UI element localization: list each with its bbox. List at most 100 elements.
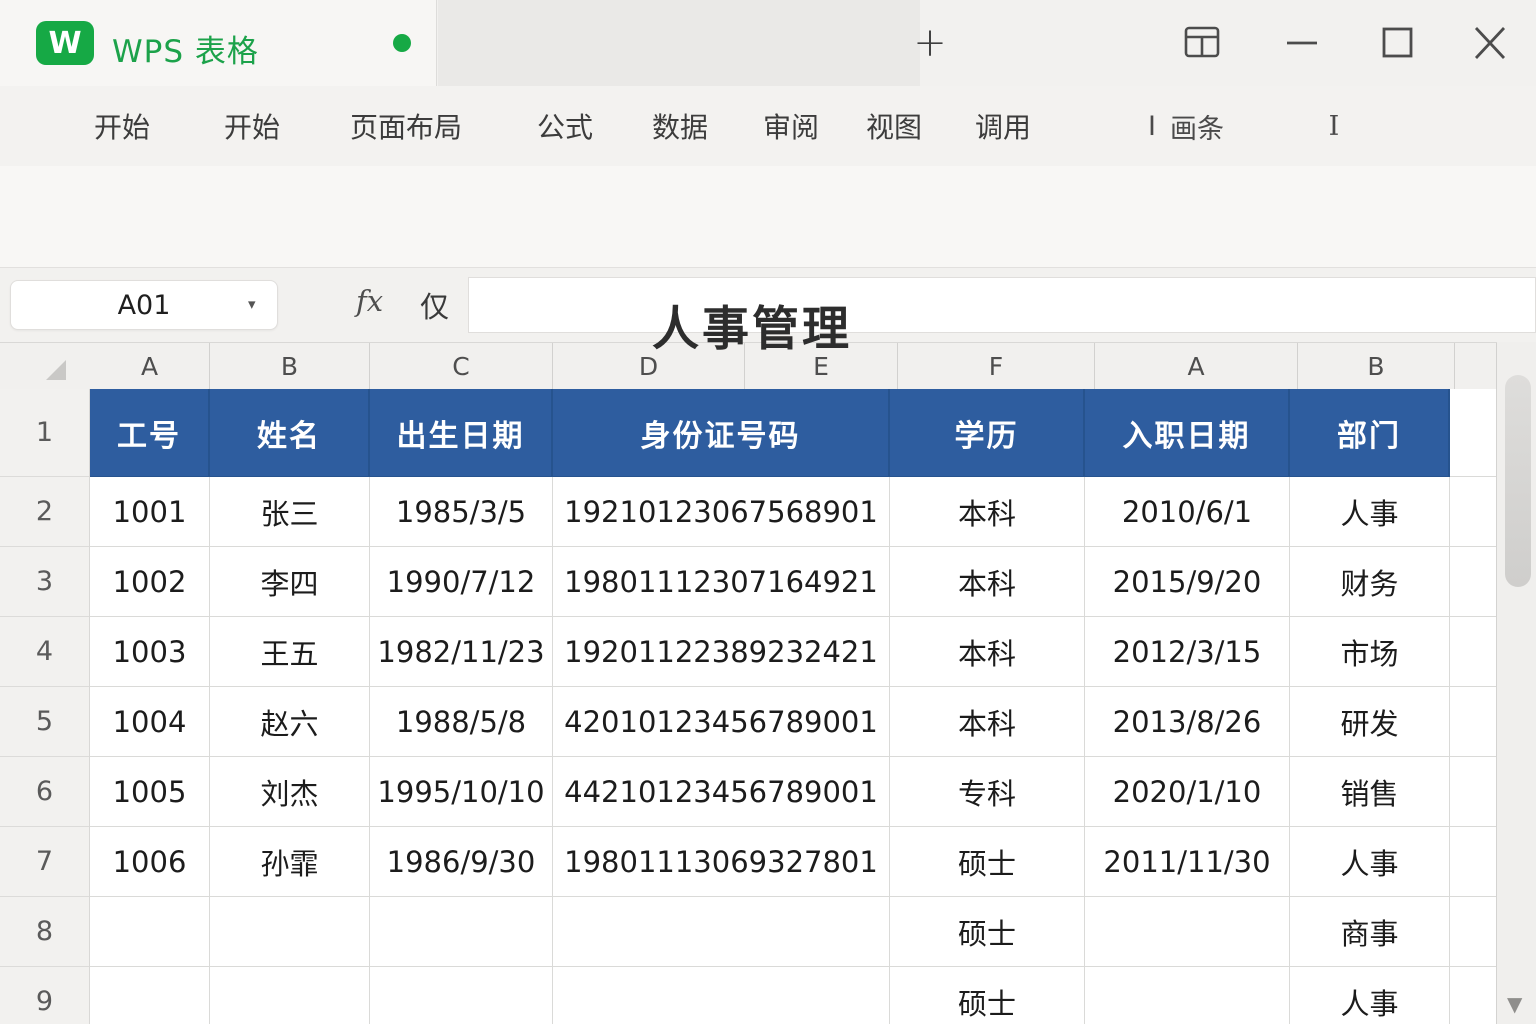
empty-cell[interactable]	[1450, 477, 1496, 547]
close-button[interactable]	[1470, 22, 1510, 64]
scrollbar-thumb[interactable]	[1505, 375, 1531, 587]
cell-r6c5[interactable]: 专科	[890, 757, 1085, 827]
cell-r3c5[interactable]: 本科	[890, 547, 1085, 617]
header-cell-5[interactable]: 学历	[890, 389, 1085, 477]
row-number-4[interactable]: 4	[0, 617, 89, 687]
layout-switch-button[interactable]	[1182, 22, 1222, 64]
cell-r6c2[interactable]: 刘杰	[210, 757, 370, 827]
cell-r2c4[interactable]: 19210123067568901	[553, 477, 890, 547]
cell-r7c6[interactable]: 2011/11/30	[1085, 827, 1290, 897]
cell-r4c5[interactable]: 本科	[890, 617, 1085, 687]
minimize-button[interactable]	[1282, 22, 1322, 64]
empty-cell[interactable]	[1450, 897, 1496, 967]
row-number-9[interactable]: 9	[0, 967, 89, 1024]
row-number-8[interactable]: 8	[0, 897, 89, 967]
cell-r4c7[interactable]: 市场	[1290, 617, 1450, 687]
empty-cell[interactable]	[1450, 967, 1496, 1024]
cell-r7c2[interactable]: 孙霏	[210, 827, 370, 897]
cell-r2c3[interactable]: 1985/3/5	[370, 477, 553, 547]
cell-r5c3[interactable]: 1988/5/8	[370, 687, 553, 757]
empty-cell[interactable]	[1450, 547, 1496, 617]
cell-r9c4[interactable]	[553, 967, 890, 1024]
menu-tab-review[interactable]: 审阅	[763, 86, 819, 166]
empty-cell[interactable]	[1450, 757, 1496, 827]
cell-r4c6[interactable]: 2012/3/15	[1085, 617, 1290, 687]
cell-r6c6[interactable]: 2020/1/10	[1085, 757, 1290, 827]
column-letter-empty[interactable]	[1455, 343, 1497, 389]
name-box[interactable]: A01	[10, 280, 278, 330]
menu-tab-view[interactable]: 视图	[866, 86, 922, 166]
maximize-button[interactable]	[1377, 22, 1417, 64]
cell-r7c7[interactable]: 人事	[1290, 827, 1450, 897]
select-all-corner[interactable]	[46, 360, 66, 380]
column-letter-8[interactable]: B	[1298, 343, 1455, 389]
cell-r8c3[interactable]	[370, 897, 553, 967]
column-letter-7[interactable]: A	[1095, 343, 1298, 389]
search-placeholder-text[interactable]: 画条	[1170, 86, 1224, 166]
cell-r9c2[interactable]	[210, 967, 370, 1024]
cell-r7c3[interactable]: 1986/9/30	[370, 827, 553, 897]
cell-r6c4[interactable]: 44210123456789001	[553, 757, 890, 827]
cell-r2c5[interactable]: 本科	[890, 477, 1085, 547]
cell-r5c6[interactable]: 2013/8/26	[1085, 687, 1290, 757]
empty-cell[interactable]	[1450, 827, 1496, 897]
cell-r7c5[interactable]: 硕士	[890, 827, 1085, 897]
cell-r3c3[interactable]: 1990/7/12	[370, 547, 553, 617]
empty-cell[interactable]	[1450, 617, 1496, 687]
row-number-3[interactable]: 3	[0, 547, 89, 617]
cell-r4c3[interactable]: 1982/11/23	[370, 617, 553, 687]
cell-r6c7[interactable]: 销售	[1290, 757, 1450, 827]
header-cell-7[interactable]: 部门	[1290, 389, 1450, 477]
cell-r3c2[interactable]: 李四	[210, 547, 370, 617]
row-number-6[interactable]: 6	[0, 757, 89, 827]
cell-r3c4[interactable]: 19801112307164921	[553, 547, 890, 617]
cell-r8c7[interactable]: 商事	[1290, 897, 1450, 967]
cell-r8c1[interactable]	[90, 897, 210, 967]
insert-function-fx-icon[interactable]: fx	[356, 284, 383, 318]
menu-tab-page-layout[interactable]: 页面布局	[350, 86, 462, 166]
name-box-caret[interactable]: ▾	[248, 295, 256, 313]
scrollbar-down-arrow-icon[interactable]: ▼	[1507, 992, 1522, 1016]
vertical-scrollbar[interactable]: ▼	[1497, 342, 1536, 1024]
cell-r3c1[interactable]: 1002	[90, 547, 210, 617]
cell-r4c4[interactable]: 19201122389232421	[553, 617, 890, 687]
cell-r3c6[interactable]: 2015/9/20	[1085, 547, 1290, 617]
cell-r9c1[interactable]	[90, 967, 210, 1024]
cell-r3c7[interactable]: 财务	[1290, 547, 1450, 617]
cell-r7c1[interactable]: 1006	[90, 827, 210, 897]
row-number-1[interactable]: 1	[0, 389, 89, 477]
cell-r2c2[interactable]: 张三	[210, 477, 370, 547]
row-number-7[interactable]: 7	[0, 827, 89, 897]
header-cell-3[interactable]: 出生日期	[370, 389, 553, 477]
menu-tab-invoke[interactable]: 调用	[975, 86, 1031, 166]
header-cell-1[interactable]: 工号	[90, 389, 210, 477]
cell-r9c3[interactable]	[370, 967, 553, 1024]
document-tab[interactable]: W WPS 表格	[0, 0, 437, 86]
cell-r4c2[interactable]: 王五	[210, 617, 370, 687]
row-number-2[interactable]: 2	[0, 477, 89, 547]
column-letter-2[interactable]: B	[210, 343, 370, 389]
cell-r7c4[interactable]: 19801113069327801	[553, 827, 890, 897]
formula-aux-glyph[interactable]: 仅	[420, 284, 449, 326]
header-cell-2[interactable]: 姓名	[210, 389, 370, 477]
cell-r5c4[interactable]: 42010123456789001	[553, 687, 890, 757]
cell-r9c7[interactable]: 人事	[1290, 967, 1450, 1024]
menu-tab-formulas[interactable]: 公式	[537, 86, 593, 166]
cell-r5c1[interactable]: 1004	[90, 687, 210, 757]
cell-r2c7[interactable]: 人事	[1290, 477, 1450, 547]
column-letter-3[interactable]: C	[370, 343, 553, 389]
cell-r2c6[interactable]: 2010/6/1	[1085, 477, 1290, 547]
cell-r8c5[interactable]: 硕士	[890, 897, 1085, 967]
cell-r5c7[interactable]: 研发	[1290, 687, 1450, 757]
empty-cell[interactable]	[1450, 389, 1496, 477]
cell-r8c6[interactable]	[1085, 897, 1290, 967]
menu-tab-home[interactable]: 开始	[94, 86, 150, 166]
menu-tab-data[interactable]: 数据	[652, 86, 708, 166]
cell-r5c2[interactable]: 赵六	[210, 687, 370, 757]
cell-r6c3[interactable]: 1995/10/10	[370, 757, 553, 827]
cell-r6c1[interactable]: 1005	[90, 757, 210, 827]
cell-r8c4[interactable]	[553, 897, 890, 967]
cell-r9c5[interactable]: 硕士	[890, 967, 1085, 1024]
formula-input[interactable]	[468, 277, 1536, 333]
new-tab-button[interactable]: +	[908, 18, 952, 68]
